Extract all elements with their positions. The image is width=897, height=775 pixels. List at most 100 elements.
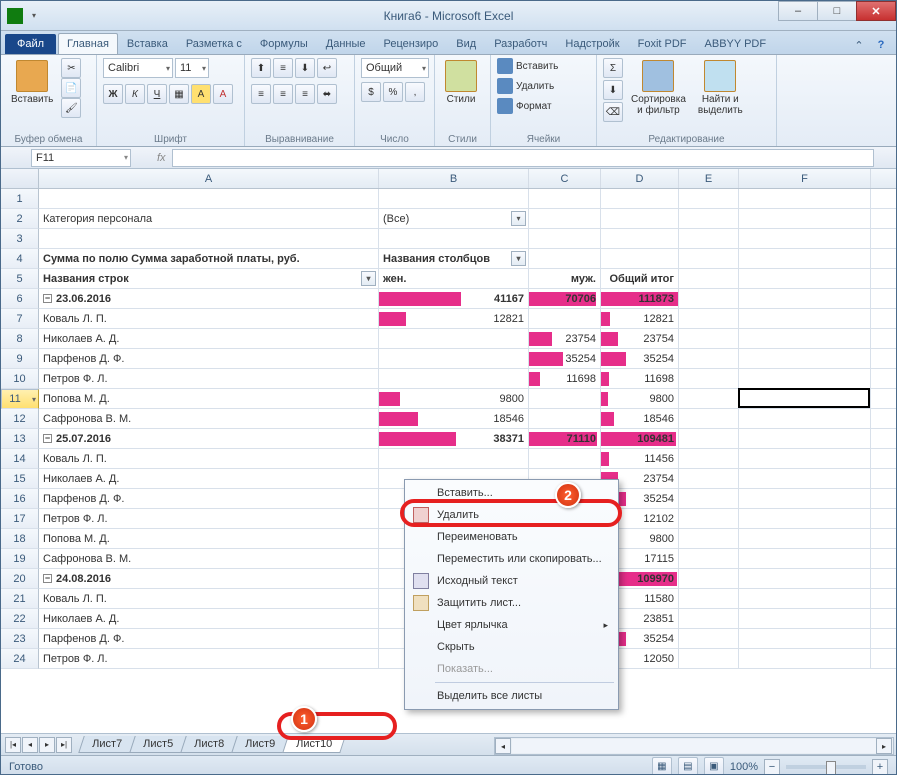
underline-button[interactable]: Ч [147, 84, 167, 104]
cell[interactable] [679, 329, 739, 348]
cell[interactable]: ▾(Все) [379, 209, 529, 228]
cell[interactable] [739, 449, 871, 468]
row-header[interactable]: 4 [1, 249, 39, 269]
scroll-left-button[interactable]: ◂ [495, 738, 511, 754]
merge-button[interactable]: ⬌ [317, 84, 337, 104]
cell[interactable] [679, 609, 739, 628]
cell[interactable]: Сафронова В. М. [39, 409, 379, 428]
cell[interactable] [679, 429, 739, 448]
wrap-button[interactable]: ↩ [317, 58, 337, 78]
cell[interactable] [39, 189, 379, 208]
clear-button[interactable]: ⌫ [603, 102, 623, 122]
row-header[interactable]: 17 [1, 509, 39, 529]
styles-button[interactable]: Стили [441, 58, 481, 107]
cell[interactable]: 11698 [601, 369, 679, 388]
row-header[interactable]: 20 [1, 569, 39, 589]
cell[interactable] [679, 469, 739, 488]
column-header[interactable]: D [601, 169, 679, 188]
bold-button[interactable]: Ж [103, 84, 123, 104]
cell[interactable] [601, 229, 679, 248]
cell[interactable] [739, 209, 871, 228]
align-mid-button[interactable]: ≡ [273, 58, 293, 78]
cell[interactable]: муж. [529, 269, 601, 288]
cell[interactable]: Сафронова В. М. [39, 549, 379, 568]
font-color-button[interactable]: A [213, 84, 233, 104]
collapse-icon[interactable]: − [43, 574, 52, 583]
view-break-button[interactable]: ▣ [704, 757, 724, 775]
cell[interactable]: Петров Ф. Л. [39, 369, 379, 388]
row-header[interactable]: 12 [1, 409, 39, 429]
cell[interactable] [601, 189, 679, 208]
cell[interactable]: 71110 [529, 429, 601, 448]
help-icon[interactable]: ? [872, 36, 890, 54]
cell[interactable]: Николаев А. Д. [39, 329, 379, 348]
cell[interactable] [379, 349, 529, 368]
ribbon-tab[interactable]: Foxit PDF [629, 33, 696, 54]
cell[interactable] [679, 389, 739, 408]
cell[interactable] [379, 369, 529, 388]
cell[interactable] [529, 209, 601, 228]
file-tab[interactable]: Файл [5, 34, 56, 54]
context-menu-item[interactable]: Защитить лист... [407, 592, 616, 614]
align-center-button[interactable]: ≡ [273, 84, 293, 104]
cell[interactable] [679, 649, 739, 668]
minimize-button[interactable]: – [778, 1, 818, 21]
fill-color-button[interactable]: A [191, 84, 211, 104]
cell[interactable] [739, 309, 871, 328]
row-header[interactable]: 14 [1, 449, 39, 469]
cell[interactable]: Категория персонала [39, 209, 379, 228]
cell[interactable] [529, 309, 601, 328]
name-box[interactable]: F11 [31, 149, 131, 167]
sort-filter-button[interactable]: Сортировка и фильтр [627, 58, 690, 118]
cell[interactable] [679, 289, 739, 308]
context-menu-item[interactable]: Переместить или скопировать... [407, 548, 616, 570]
ribbon-tab[interactable]: Главная [58, 33, 118, 54]
context-menu-item[interactable]: Удалить [407, 504, 616, 526]
row-header[interactable]: 10 [1, 369, 39, 389]
font-size-select[interactable]: 11 [175, 58, 209, 78]
sheet-tab[interactable]: Лист9 [231, 736, 289, 753]
cell[interactable]: 11456 [601, 449, 679, 468]
cell[interactable]: Николаев А. Д. [39, 469, 379, 488]
cell[interactable]: ▾Названия строк [39, 269, 379, 288]
comma-button[interactable]: , [405, 82, 425, 102]
fill-button[interactable]: ⬇ [603, 80, 623, 100]
filter-dropdown-icon[interactable]: ▾ [511, 251, 526, 266]
cell[interactable] [679, 489, 739, 508]
column-header[interactable]: E [679, 169, 739, 188]
cell[interactable] [739, 629, 871, 648]
copy-button[interactable]: 📄 [61, 78, 81, 98]
context-menu-item[interactable]: Выделить все листы [407, 685, 616, 707]
context-menu-item[interactable]: Вставить... [407, 482, 616, 504]
cell[interactable] [529, 389, 601, 408]
italic-button[interactable]: К [125, 84, 145, 104]
cell[interactable] [679, 229, 739, 248]
cell[interactable]: 23754 [601, 329, 679, 348]
currency-button[interactable]: $ [361, 82, 381, 102]
zoom-level[interactable]: 100% [730, 761, 758, 773]
cell[interactable] [529, 249, 601, 268]
row-header[interactable]: 8 [1, 329, 39, 349]
border-button[interactable]: ▦ [169, 84, 189, 104]
maximize-button[interactable]: □ [817, 1, 857, 21]
cell[interactable]: жен. [379, 269, 529, 288]
sheet-nav-prev[interactable]: ◂ [22, 737, 38, 753]
filter-dropdown-icon[interactable]: ▾ [511, 211, 526, 226]
row-header[interactable]: 19 [1, 549, 39, 569]
row-header[interactable]: 3 [1, 229, 39, 249]
fx-icon[interactable]: fx [157, 152, 166, 164]
collapse-icon[interactable]: − [43, 294, 52, 303]
cell[interactable] [679, 589, 739, 608]
cell[interactable]: Николаев А. Д. [39, 609, 379, 628]
view-layout-button[interactable]: ▤ [678, 757, 698, 775]
ribbon-tab[interactable]: Надстройк [556, 33, 628, 54]
sheet-tab[interactable]: Лист10 [282, 736, 346, 753]
cell[interactable] [529, 229, 601, 248]
ribbon-tab[interactable]: Вставка [118, 33, 177, 54]
cell[interactable]: Попова М. Д. [39, 529, 379, 548]
row-header[interactable]: 18 [1, 529, 39, 549]
cell[interactable] [679, 369, 739, 388]
filter-dropdown-icon[interactable]: ▾ [361, 271, 376, 286]
sheet-nav-last[interactable]: ▸| [56, 737, 72, 753]
cell[interactable] [739, 649, 871, 668]
